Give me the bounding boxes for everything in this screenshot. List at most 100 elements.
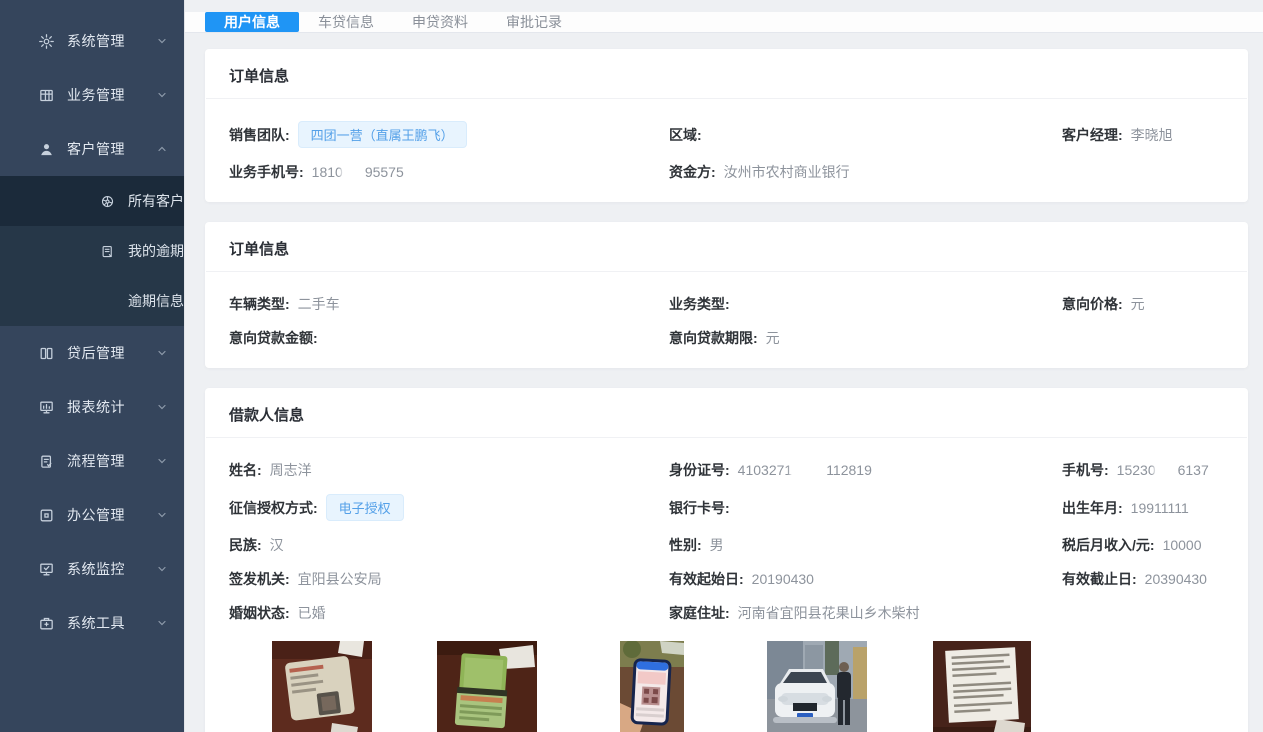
sidebar-item-process-mgmt[interactable]: 流程管理	[0, 434, 184, 488]
photo-slot: 身份证	[272, 641, 372, 732]
field-bank-card: 银行卡号:	[669, 498, 1062, 518]
sidebar-item-report-stats[interactable]: 报表统计	[0, 380, 184, 434]
photo-credit-qr-phone[interactable]	[602, 641, 702, 732]
borrower-info-body: 姓名: 周志洋 身份证号: 4103271112819 手机号:	[205, 438, 1248, 732]
field-issuer: 签发机关: 宜阳县公安局	[229, 569, 669, 589]
cards-container: 订单信息 销售团队: 四团一营（直属王鹏飞） 区域: 客户经理:	[185, 33, 1263, 732]
sidebar-item-label: 贷后管理	[67, 343, 156, 363]
field-vehicle-type: 车辆类型: 二手车	[229, 294, 669, 314]
sidebar-item-system-monitor[interactable]: 系统监控	[0, 542, 184, 596]
chevron-down-icon	[156, 617, 168, 629]
sales-team-tag: 四团一营（直属王鹏飞）	[298, 121, 467, 148]
chevron-down-icon	[156, 347, 168, 359]
field-income: 税后月收入/元: 10000	[1062, 535, 1224, 555]
chevron-down-icon	[156, 563, 168, 575]
sidebar-item-label: 业务管理	[67, 85, 156, 105]
field-region: 区域:	[669, 125, 1062, 145]
field-account-manager: 客户经理: 李晓旭	[1062, 125, 1224, 145]
sidebar-subitem-overdue-info[interactable]: 逾期信息	[0, 276, 184, 326]
chevron-down-icon	[156, 35, 168, 47]
sidebar-item-label: 流程管理	[67, 451, 156, 471]
field-intent-price: 意向价格: 元	[1062, 294, 1224, 314]
field-funder: 资金方: 汝州市农村商业银行	[669, 162, 1062, 182]
photo-paper-document[interactable]	[932, 641, 1032, 732]
sidebar-item-label: 系统管理	[67, 31, 156, 51]
credit-auth-tag: 电子授权	[326, 494, 404, 521]
field-gender: 性别: 男	[669, 535, 1062, 555]
user-icon	[38, 141, 55, 158]
field-valid-from: 有效起始日: 20190430	[669, 569, 1062, 589]
field-name: 姓名: 周志洋	[229, 460, 669, 480]
field-business-type: 业务类型:	[669, 294, 1062, 314]
field-home-address: 家庭住址: 河南省宜阳县花果山乡木柴村	[669, 603, 1062, 623]
monitor-check-icon	[38, 561, 55, 578]
chevron-down-icon	[156, 509, 168, 521]
field-mobile: 手机号: 152306137	[1062, 460, 1224, 480]
tab-user-info[interactable]: 用户信息	[205, 12, 299, 32]
tab-loan-application-docs[interactable]: 申贷资料	[393, 12, 487, 32]
field-sales-team: 销售团队: 四团一营（直属王鹏飞）	[229, 121, 669, 148]
chevron-up-icon	[156, 143, 168, 155]
order-info-card: 订单信息 销售团队: 四团一营（直属王鹏飞） 区域: 客户经理:	[205, 49, 1248, 202]
sidebar: 系统管理 业务管理 客户管理 所有客户 我的逾期 逾期信息	[0, 0, 185, 732]
card-title: 订单信息	[205, 49, 1248, 98]
field-loan-amount: 意向贷款金额:	[229, 328, 669, 348]
chevron-down-icon	[156, 89, 168, 101]
sidebar-subitem-label: 我的逾期	[128, 241, 184, 261]
main-content: 用户信息 车贷信息 申贷资料 审批记录 订单信息 销售团队: 四团一营（直属王鹏…	[185, 0, 1263, 732]
chevron-down-icon	[156, 455, 168, 467]
photo-person-with-car[interactable]	[767, 641, 867, 732]
gear-icon	[38, 33, 55, 50]
sidebar-subitem-label: 逾期信息	[128, 291, 184, 311]
sidebar-item-postloan-mgmt[interactable]: 贷后管理	[0, 326, 184, 380]
sidebar-item-system-mgmt[interactable]: 系统管理	[0, 14, 184, 68]
borrower-info-card: 借款人信息 姓名: 周志洋 身份证号: 4103271112819	[205, 388, 1248, 732]
sidebar-item-customer-mgmt[interactable]: 客户管理	[0, 122, 184, 176]
photo-slot: 绿本照片	[437, 641, 537, 732]
redaction-patch	[792, 465, 826, 478]
photo-green-book[interactable]	[437, 641, 537, 732]
sidebar-subitem-label: 所有客户	[128, 191, 184, 211]
field-credit-auth: 征信授权方式: 电子授权	[229, 494, 669, 521]
chevron-down-icon	[156, 401, 168, 413]
field-ethnicity: 民族: 汉	[229, 535, 669, 555]
loan-intent-body: 车辆类型: 二手车 业务类型: 意向价格: 元	[205, 272, 1248, 368]
clipboard-check-icon	[38, 453, 55, 470]
sidebar-subitem-all-customers[interactable]: 所有客户	[0, 176, 184, 226]
tab-car-loan-info[interactable]: 车贷信息	[299, 12, 393, 32]
photo-id-card[interactable]	[272, 641, 372, 732]
sidebar-item-system-tools[interactable]: 系统工具	[0, 596, 184, 650]
redaction-patch	[343, 167, 365, 180]
target-square-icon	[38, 507, 55, 524]
redaction-patch	[1156, 465, 1178, 478]
card-title: 订单信息	[205, 222, 1248, 271]
sidebar-item-label: 办公管理	[67, 505, 156, 525]
sidebar-item-business-mgmt[interactable]: 业务管理	[0, 68, 184, 122]
app-window: 系统管理 业务管理 客户管理 所有客户 我的逾期 逾期信息	[0, 0, 1263, 732]
tab-approval-records[interactable]: 审批记录	[487, 12, 581, 32]
sidebar-item-office-mgmt[interactable]: 办公管理	[0, 488, 184, 542]
loan-intent-card: 订单信息 车辆类型: 二手车 业务类型: 意向价格:	[205, 222, 1248, 368]
field-marital-status: 婚姻状态: 已婚	[229, 603, 669, 623]
sidebar-item-label: 报表统计	[67, 397, 156, 417]
customer-mgmt-submenu: 所有客户 我的逾期 逾期信息	[0, 176, 184, 326]
toolbox-icon	[38, 615, 55, 632]
field-loan-term: 意向贷款期限: 元	[669, 328, 1062, 348]
wheel-icon	[100, 194, 115, 209]
photo-slot: 人车合影	[767, 641, 867, 732]
photo-slot: 征信授权	[602, 641, 702, 732]
detail-tabbar: 用户信息 车贷信息 申贷资料 审批记录	[185, 12, 1263, 33]
grid-icon	[38, 87, 55, 104]
document-photos: 身份证	[272, 641, 1224, 732]
order-info-body: 销售团队: 四团一营（直属王鹏飞） 区域: 客户经理: 李晓旭	[205, 99, 1248, 202]
notebook-icon	[100, 244, 115, 259]
sidebar-item-label: 系统工具	[67, 613, 156, 633]
sidebar-item-label: 客户管理	[67, 139, 156, 159]
field-birth: 出生年月: 19911111	[1062, 498, 1224, 518]
photo-slot: 其他材料	[932, 641, 1032, 732]
field-business-phone: 业务手机号: 181095575	[229, 162, 669, 182]
sidebar-subitem-my-overdue[interactable]: 我的逾期	[0, 226, 184, 276]
field-id-number: 身份证号: 4103271112819	[669, 460, 1062, 480]
field-valid-to: 有效截止日: 20390430	[1062, 569, 1224, 589]
columns-icon	[38, 345, 55, 362]
